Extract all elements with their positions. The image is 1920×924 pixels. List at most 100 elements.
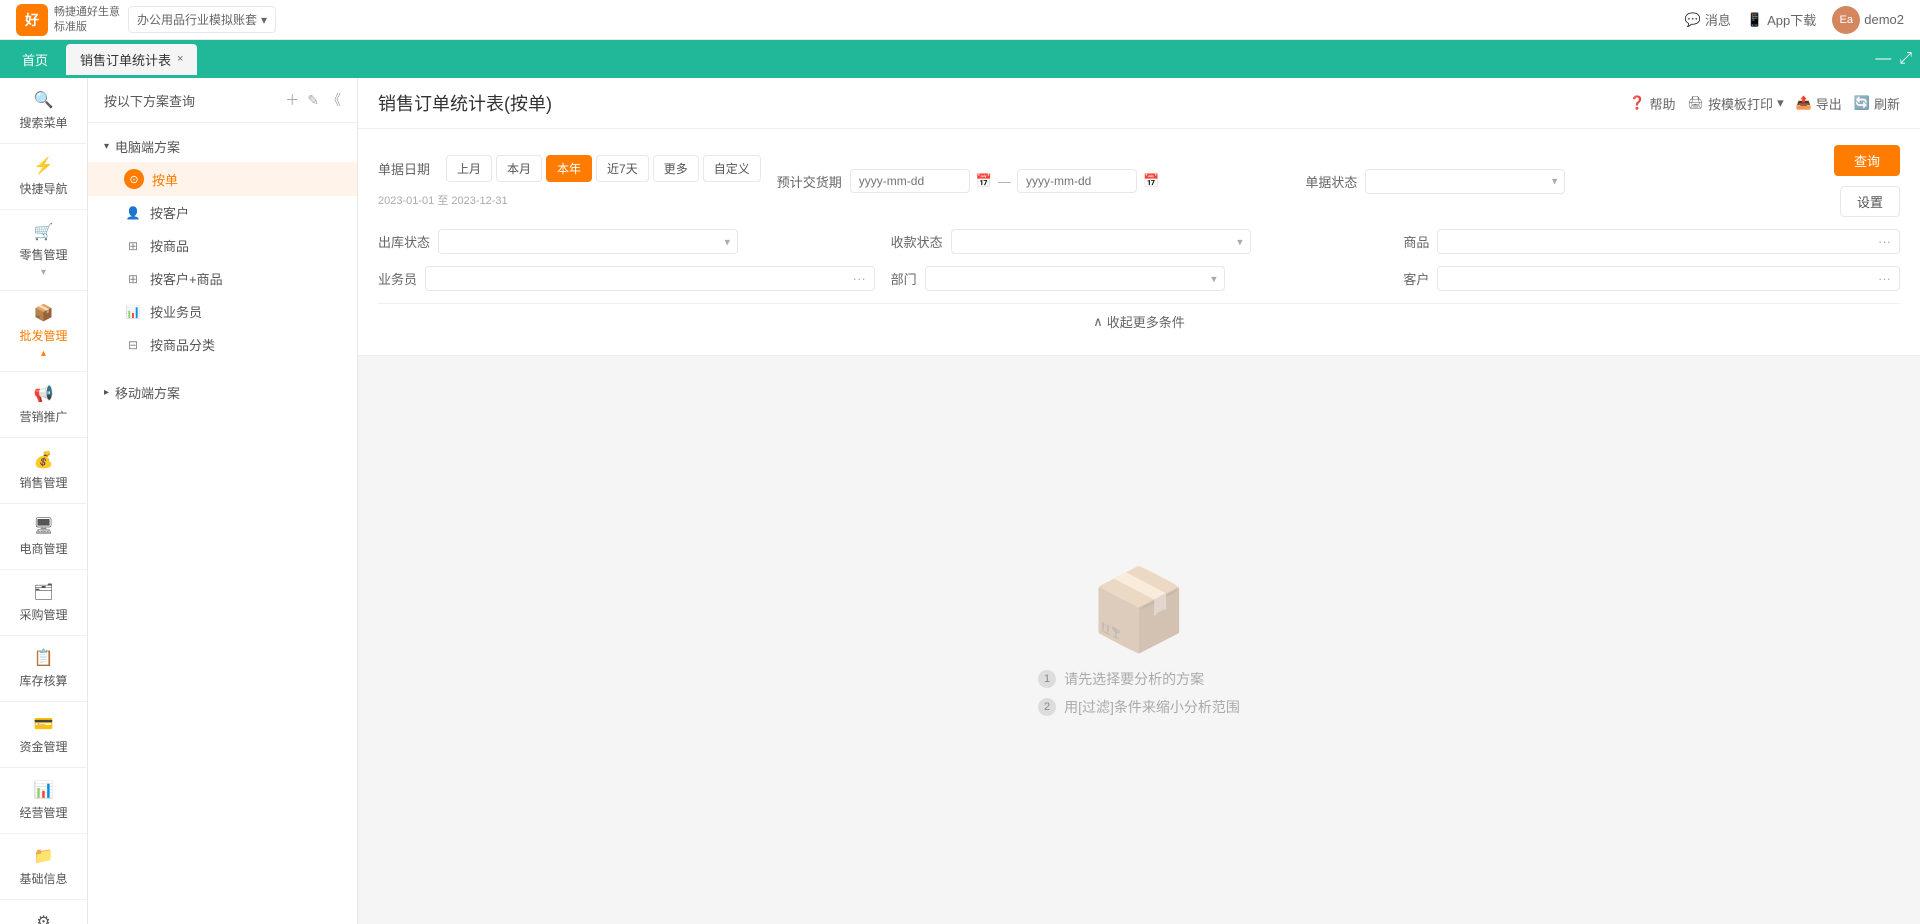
basic-icon: 📁 — [34, 846, 54, 866]
query-button[interactable]: 查询 — [1834, 145, 1900, 176]
tip-1-num: 1 — [1038, 670, 1056, 688]
salesperson-filter-input[interactable]: ··· — [425, 266, 875, 291]
sidebar-item-system[interactable]: ⚙ 系统管理 — [0, 900, 87, 924]
industry-selector[interactable]: 办公用品行业模拟账套 ▾ — [128, 6, 276, 33]
edit-scheme-button[interactable]: ✎ — [307, 92, 319, 109]
marketing-icon: 📢 — [34, 384, 54, 404]
tab-sales-order-stats[interactable]: 销售订单统计表 × — [66, 44, 197, 75]
sidebar-item-retail[interactable]: 🛒 零售管理 ▾ — [0, 210, 87, 291]
expand-icon: ▸ — [104, 387, 109, 398]
date-btn-this-year[interactable]: 本年 — [546, 155, 592, 182]
refresh-button[interactable]: 🔄 刷新 — [1854, 94, 1900, 113]
by-goods-icon: ⊞ — [124, 237, 142, 255]
date-btn-custom[interactable]: 自定义 — [703, 155, 761, 182]
main-content: 销售订单统计表(按单) ❓ 帮助 🖨 按模板打印 ▾ 📤 导出 — [358, 78, 1920, 924]
sidebar: 🔍 搜索菜单 ⚡ 快捷导航 🛒 零售管理 ▾ 📦 批发管理 ▴ 📢 营销推广 💰… — [0, 78, 88, 924]
empty-state: 📦 1 请先选择要分析的方案 2 用[过滤]条件来缩小分析范围 — [358, 356, 1920, 924]
top-bar: 好 畅捷通好生意 标准版 办公用品行业模拟账套 ▾ 💬 消息 📱 App下载 E… — [0, 0, 1920, 40]
scheme-item-by-order[interactable]: ⊙ 按单 — [88, 162, 357, 196]
by-customer-icon: 👤 — [124, 204, 142, 222]
maximize-button[interactable]: ⤢ — [1899, 50, 1912, 68]
left-panel-actions: ＋ ✎ 《 — [285, 90, 341, 110]
filter-row-2: 出库状态 收款状态 商品 — [378, 229, 1900, 254]
wholesale-icon: 📦 — [34, 303, 54, 323]
logo-text: 畅捷通好生意 标准版 — [54, 5, 120, 34]
date-range-text: 2023-01-01 至 2023-12-31 — [378, 192, 508, 208]
scheme-item-by-customer-goods[interactable]: ⊞ 按客户+商品 — [88, 262, 357, 295]
sidebar-item-quick-nav[interactable]: ⚡ 快捷导航 — [0, 144, 87, 210]
purchase-icon: 🗂 — [33, 582, 53, 602]
print-icon: 🖨 — [1688, 95, 1705, 111]
date-btn-last-month[interactable]: 上月 — [446, 155, 492, 182]
date-btn-this-month[interactable]: 本月 — [496, 155, 542, 182]
customer-col: 客户 ··· — [1403, 266, 1900, 291]
date-label: 单据日期 — [378, 159, 438, 178]
customer-filter-input[interactable]: ··· — [1437, 266, 1900, 291]
sidebar-item-wholesale[interactable]: 📦 批发管理 ▴ — [0, 291, 87, 372]
customer-more-icon: ··· — [1878, 271, 1891, 286]
goods-filter-input[interactable]: ··· — [1437, 229, 1900, 254]
by-order-icon: ⊙ — [124, 169, 144, 189]
finance-icon: 💳 — [34, 714, 54, 734]
page-header: 销售订单统计表(按单) ❓ 帮助 🖨 按模板打印 ▾ 📤 导出 — [358, 78, 1920, 129]
department-select[interactable] — [925, 266, 1225, 291]
export-button[interactable]: 📤 导出 — [1796, 94, 1842, 113]
main-layout: 🔍 搜索菜单 ⚡ 快捷导航 🛒 零售管理 ▾ 📦 批发管理 ▴ 📢 营销推广 💰… — [0, 78, 1920, 924]
collapse-button[interactable]: ∧ 收起更多条件 — [1093, 312, 1185, 331]
sidebar-item-finance[interactable]: 💳 资金管理 — [0, 702, 87, 768]
scheme-item-by-salesperson[interactable]: 📊 按业务员 — [88, 295, 357, 328]
pc-schemes-group-title[interactable]: ▾ 电脑端方案 — [88, 131, 357, 162]
sidebar-item-purchase[interactable]: 🗂 采购管理 — [0, 570, 87, 636]
sidebar-item-sales[interactable]: 💰 销售管理 — [0, 438, 87, 504]
payment-status-select[interactable] — [951, 229, 1251, 254]
settings-button[interactable]: 设置 — [1840, 186, 1900, 217]
sidebar-item-marketing[interactable]: 📢 营销推广 — [0, 372, 87, 438]
scheme-item-by-customer[interactable]: 👤 按客户 — [88, 196, 357, 229]
retail-icon: 🛒 — [34, 222, 54, 242]
expected-date-col: 预计交货期 📅 — 📅 — [777, 169, 1290, 193]
left-panel-title: 按以下方案查询 — [104, 91, 195, 110]
sales-icon: 💰 — [34, 450, 54, 470]
tab-home[interactable]: 首页 — [8, 44, 62, 75]
expected-date-start[interactable] — [850, 169, 970, 193]
add-scheme-button[interactable]: ＋ — [285, 90, 299, 110]
sidebar-item-operations[interactable]: 📊 经营管理 — [0, 768, 87, 834]
salesperson-col: 业务员 ··· — [378, 266, 875, 291]
tab-close-icon[interactable]: × — [177, 53, 183, 65]
operations-icon: 📊 — [34, 780, 54, 800]
app-download-button[interactable]: 📱 App下载 — [1747, 10, 1816, 29]
mobile-schemes-group-title[interactable]: ▸ 移动端方案 — [88, 377, 357, 408]
message-button[interactable]: 💬 消息 — [1685, 10, 1731, 29]
user-menu[interactable]: Ea demo2 — [1832, 6, 1904, 34]
expected-date-end[interactable] — [1017, 169, 1137, 193]
scheme-item-by-goods[interactable]: ⊞ 按商品 — [88, 229, 357, 262]
out-status-select[interactable] — [438, 229, 738, 254]
sidebar-item-ecommerce[interactable]: 🖥 电商管理 — [0, 504, 87, 570]
scheme-item-by-goods-category[interactable]: ⊟ 按商品分类 — [88, 328, 357, 361]
goods-more-icon: ··· — [1878, 234, 1891, 249]
date-buttons: 上月 本月 本年 近7天 更多 自定义 — [446, 155, 761, 182]
help-button[interactable]: ❓ 帮助 — [1629, 94, 1675, 113]
print-button[interactable]: 🖨 按模板打印 ▾ — [1688, 94, 1784, 113]
download-icon: 📱 — [1747, 12, 1763, 28]
sidebar-item-search[interactable]: 🔍 搜索菜单 — [0, 78, 87, 144]
doc-status-select-wrap — [1365, 169, 1565, 194]
refresh-icon: 🔄 — [1854, 95, 1870, 111]
date-filter-col: 单据日期 上月 本月 本年 近7天 更多 自定义 2023-01-01 至 20… — [378, 155, 761, 208]
search-icon: 🔍 — [34, 90, 54, 110]
filter-area: 单据日期 上月 本月 本年 近7天 更多 自定义 2023-01-01 至 20… — [358, 129, 1920, 356]
minimize-button[interactable]: — — [1875, 50, 1891, 68]
top-bar-right: 💬 消息 📱 App下载 Ea demo2 — [1685, 6, 1904, 34]
date-btn-more[interactable]: 更多 — [653, 155, 699, 182]
sidebar-item-basic[interactable]: 📁 基础信息 — [0, 834, 87, 900]
action-btn-group: 查询 设置 — [1834, 145, 1900, 217]
date-btn-7days[interactable]: 近7天 — [596, 155, 649, 182]
by-salesperson-icon: 📊 — [124, 303, 142, 321]
by-goods-category-icon: ⊟ — [124, 336, 142, 354]
expand-icon: ▾ — [41, 267, 46, 278]
doc-status-select[interactable] — [1365, 169, 1565, 194]
empty-tip-1: 1 请先选择要分析的方案 — [1038, 669, 1240, 689]
collapse-panel-button[interactable]: 《 — [327, 90, 341, 110]
calendar-icon: 📅 — [976, 173, 992, 189]
sidebar-item-inventory[interactable]: 📋 库存核算 — [0, 636, 87, 702]
